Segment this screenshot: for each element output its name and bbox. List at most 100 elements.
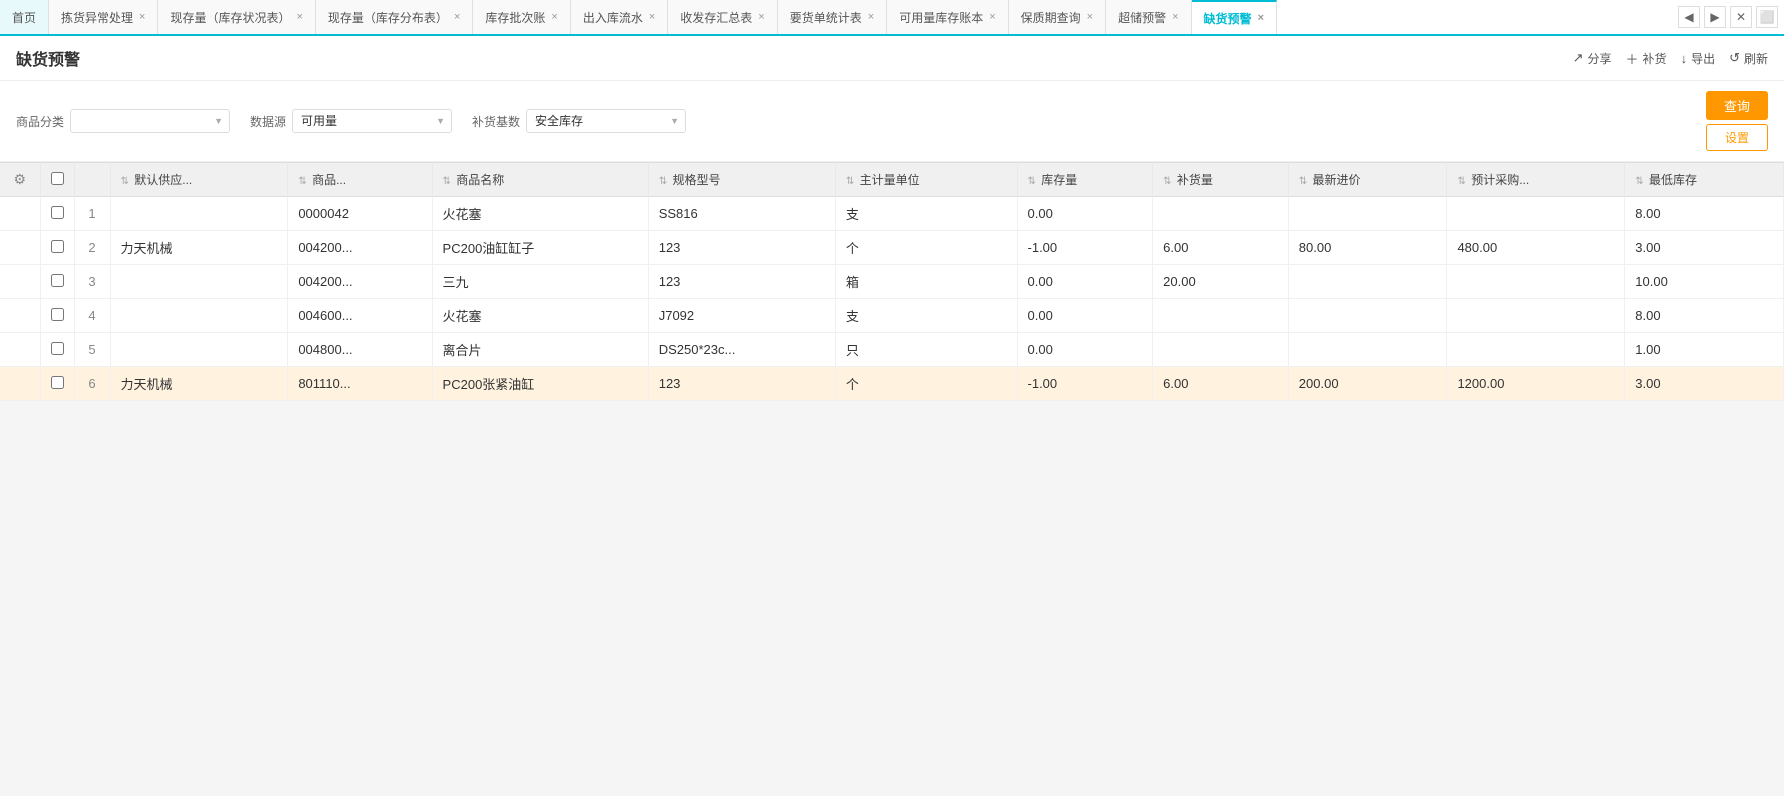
tab-shortage[interactable]: 缺货预警 ×: [1192, 0, 1277, 34]
row-spec: 123: [648, 367, 835, 401]
tab-bar: 首页 拣货异常处理 × 现存量（库存状况表） × 现存量（库存分布表） × 库存…: [0, 0, 1784, 36]
share-button[interactable]: ↗ 分享: [1573, 50, 1612, 67]
th-est-purchase[interactable]: ⇅ 预计采购...: [1447, 163, 1625, 197]
row-latest-price: [1288, 265, 1447, 299]
row-checkbox[interactable]: [51, 376, 64, 389]
th-supplier[interactable]: ⇅ 默认供应...: [110, 163, 288, 197]
tab-close-collect-summary[interactable]: ×: [758, 11, 764, 23]
row-stock: 0.00: [1017, 265, 1153, 299]
th-min-stock[interactable]: ⇅ 最低库存: [1625, 163, 1784, 197]
tab-collect-summary[interactable]: 收发存汇总表 ×: [668, 0, 777, 34]
th-unit[interactable]: ⇅ 主计量单位: [835, 163, 1017, 197]
row-product-name: PC200油缸缸子: [432, 231, 648, 265]
tab-prev-button[interactable]: ◀: [1678, 6, 1700, 28]
th-check: [40, 163, 74, 197]
row-latest-price: [1288, 197, 1447, 231]
tab-next-button[interactable]: ▶: [1704, 6, 1726, 28]
row-min-stock: 8.00: [1625, 197, 1784, 231]
tab-close-inventory-status[interactable]: ×: [296, 11, 302, 23]
replenish-icon: ＋: [1626, 49, 1639, 68]
gear-icon[interactable]: ⚙: [13, 171, 26, 187]
row-gear: [0, 265, 40, 299]
tab-anomaly[interactable]: 拣货异常处理 ×: [49, 0, 158, 34]
row-check[interactable]: [40, 299, 74, 333]
datasource-select[interactable]: 可用量: [292, 109, 452, 133]
replenish-button[interactable]: ＋ 补货: [1626, 49, 1667, 68]
row-gear: [0, 231, 40, 265]
th-latest-price[interactable]: ⇅ 最新进价: [1288, 163, 1447, 197]
row-checkbox[interactable]: [51, 206, 64, 219]
th-stock[interactable]: ⇅ 库存量: [1017, 163, 1153, 197]
row-index: 6: [74, 367, 110, 401]
row-checkbox[interactable]: [51, 342, 64, 355]
category-select[interactable]: [70, 109, 230, 133]
row-checkbox[interactable]: [51, 274, 64, 287]
row-spec: J7092: [648, 299, 835, 333]
tab-inventory-dist[interactable]: 现存量（库存分布表） ×: [316, 0, 473, 34]
th-spec[interactable]: ⇅ 规格型号: [648, 163, 835, 197]
row-est-purchase: [1447, 333, 1625, 367]
tab-expiry-query[interactable]: 保质期查询 ×: [1009, 0, 1106, 34]
row-product-name: PC200张紧油缸: [432, 367, 648, 401]
sort-stock-icon: ⇅: [1028, 176, 1036, 187]
export-button[interactable]: ↓ 导出: [1681, 50, 1716, 67]
row-replenish-qty: 6.00: [1153, 367, 1289, 401]
row-stock: -1.00: [1017, 367, 1153, 401]
th-product-code[interactable]: ⇅ 商品...: [288, 163, 432, 197]
tab-close-inout-flow[interactable]: ×: [649, 11, 655, 23]
sort-min-stock-icon: ⇅: [1635, 176, 1643, 187]
row-est-purchase: 1200.00: [1447, 367, 1625, 401]
tab-inventory-status[interactable]: 现存量（库存状况表） ×: [158, 0, 315, 34]
row-checkbox[interactable]: [51, 308, 64, 321]
page-header: 缺货预警 ↗ 分享 ＋ 补货 ↓ 导出 ↺ 刷新: [0, 36, 1784, 81]
page-title: 缺货预警: [16, 46, 80, 70]
th-product-name[interactable]: ⇅ 商品名称: [432, 163, 648, 197]
sort-est-purchase-icon: ⇅: [1457, 176, 1465, 187]
tab-home[interactable]: 首页: [0, 0, 49, 34]
tab-overstock[interactable]: 超储预警 ×: [1106, 0, 1191, 34]
row-unit: 箱: [835, 265, 1017, 299]
row-product-code: 004600...: [288, 299, 432, 333]
row-check[interactable]: [40, 333, 74, 367]
settings-button[interactable]: 设置: [1706, 124, 1768, 151]
row-index: 1: [74, 197, 110, 231]
tab-close-batch-account[interactable]: ×: [551, 11, 557, 23]
tab-batch-account[interactable]: 库存批次账 ×: [473, 0, 570, 34]
row-check[interactable]: [40, 367, 74, 401]
tab-close-available-ledger[interactable]: ×: [989, 11, 995, 23]
category-select-wrap: [70, 109, 230, 133]
row-product-name: 离合片: [432, 333, 648, 367]
tab-available-ledger[interactable]: 可用量库存账本 ×: [887, 0, 1008, 34]
row-check[interactable]: [40, 265, 74, 299]
row-min-stock: 3.00: [1625, 231, 1784, 265]
tab-close-button[interactable]: ✕: [1730, 6, 1752, 28]
select-all-checkbox[interactable]: [51, 172, 64, 185]
tab-close-shortage[interactable]: ×: [1258, 12, 1264, 24]
tab-order-stat[interactable]: 要货单统计表 ×: [778, 0, 887, 34]
tab-maximize-button[interactable]: ⬜: [1756, 6, 1778, 28]
row-gear: [0, 197, 40, 231]
row-index: 3: [74, 265, 110, 299]
row-product-code: 801110...: [288, 367, 432, 401]
header-actions: ↗ 分享 ＋ 补货 ↓ 导出 ↺ 刷新: [1573, 49, 1768, 68]
query-button[interactable]: 查询: [1706, 91, 1768, 120]
replenish-base-select-wrap: 安全库存: [526, 109, 686, 133]
row-supplier: [110, 197, 288, 231]
th-replenish-qty[interactable]: ⇅ 补货量: [1153, 163, 1289, 197]
refresh-button[interactable]: ↺ 刷新: [1729, 50, 1768, 67]
tab-close-order-stat[interactable]: ×: [868, 11, 874, 23]
tab-close-inventory-dist[interactable]: ×: [454, 11, 460, 23]
th-index: [74, 163, 110, 197]
replenish-base-select[interactable]: 安全库存: [526, 109, 686, 133]
tab-close-anomaly[interactable]: ×: [139, 11, 145, 23]
row-est-purchase: [1447, 197, 1625, 231]
page-container: 缺货预警 ↗ 分享 ＋ 补货 ↓ 导出 ↺ 刷新 商品分类: [0, 36, 1784, 401]
row-check[interactable]: [40, 197, 74, 231]
row-checkbox[interactable]: [51, 240, 64, 253]
row-index: 4: [74, 299, 110, 333]
tab-close-expiry-query[interactable]: ×: [1087, 11, 1093, 23]
tab-inout-flow[interactable]: 出入库流水 ×: [571, 0, 668, 34]
tab-close-overstock[interactable]: ×: [1172, 11, 1178, 23]
row-check[interactable]: [40, 231, 74, 265]
row-spec: 123: [648, 231, 835, 265]
